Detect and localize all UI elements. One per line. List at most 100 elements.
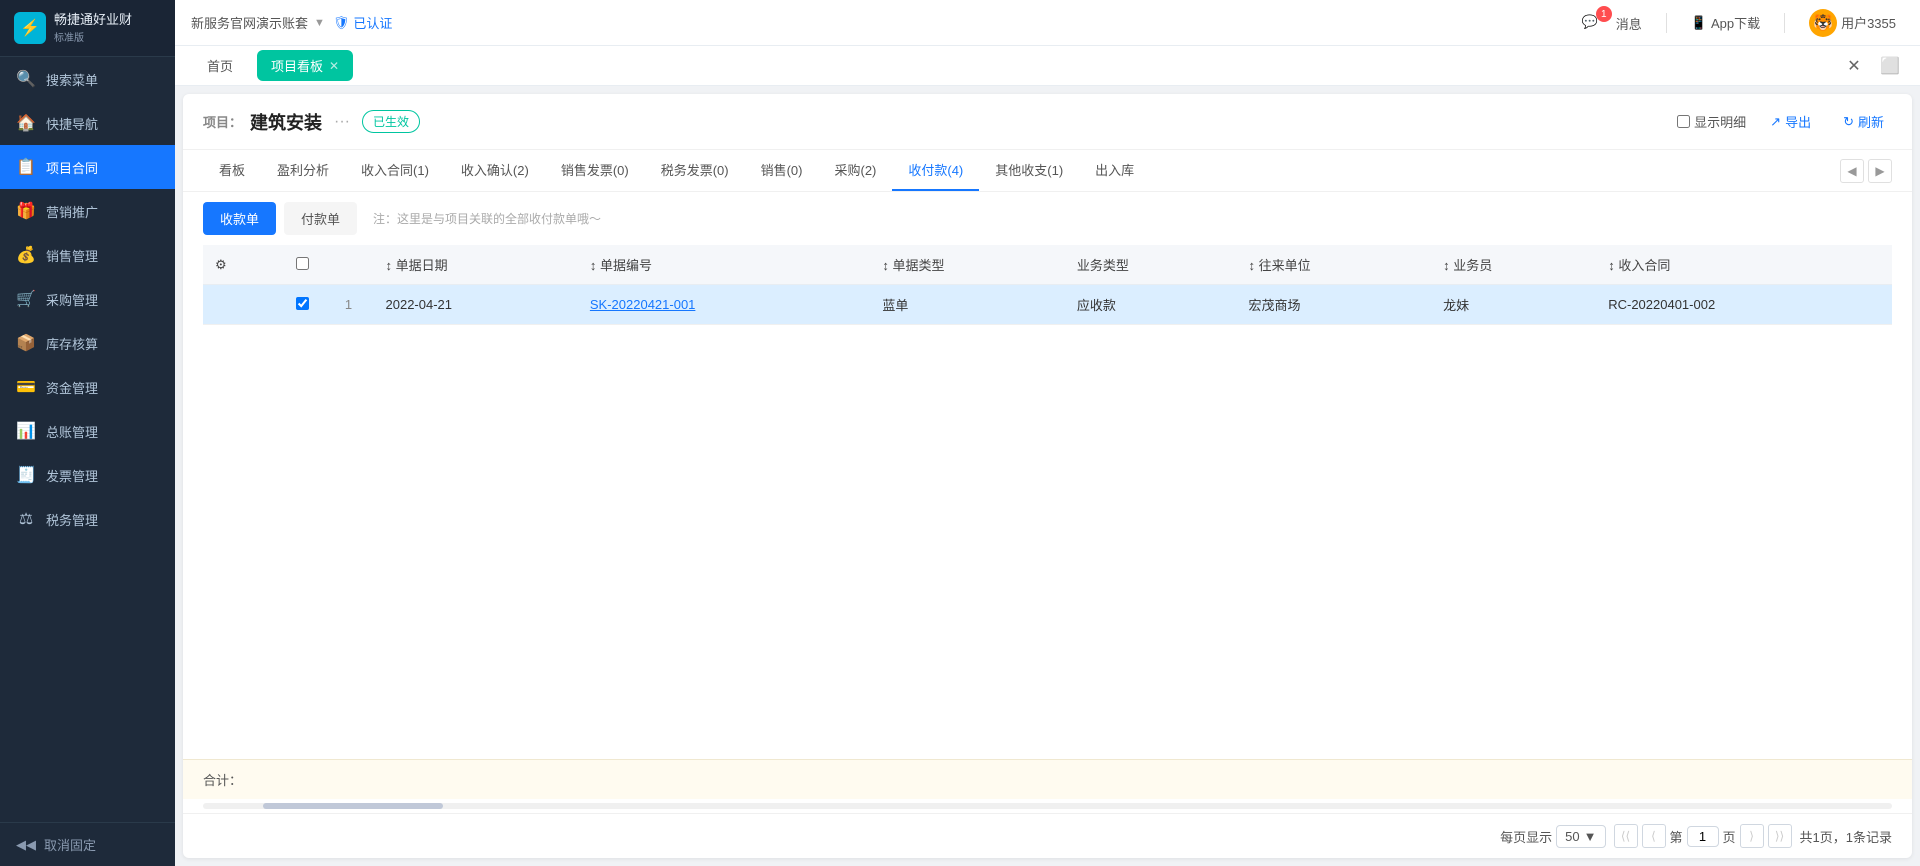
row-code-0[interactable]: SK-20220421-001: [578, 285, 871, 325]
verified-badge: 🛡 已认证: [333, 13, 393, 32]
app-logo-text: 畅捷通好业财 标准版: [54, 12, 132, 44]
settings-icon[interactable]: ⚙: [215, 257, 227, 272]
prev-page-button[interactable]: ⟨: [1642, 824, 1666, 848]
data-table: ⚙ ↕ 单据日期 ↕ 单据编号 ↕ 单据类型 业务类型 ↕ 往来单位 ↕ 业务员…: [203, 245, 1892, 325]
app-logo-icon: ⚡: [14, 12, 46, 44]
sidebar-icon-4: 💰: [16, 245, 36, 265]
cancel-fixed-button[interactable]: ◀◀ 取消固定: [0, 822, 175, 866]
th-salesperson[interactable]: ↕ 业务员: [1431, 245, 1596, 285]
nav-next-button[interactable]: ▶: [1868, 159, 1892, 183]
sidebar-item-9[interactable]: 🧾 发票管理: [0, 453, 175, 497]
sub-tab-receipt-label: 收款单: [220, 212, 259, 227]
first-page-button[interactable]: ⟨⟨: [1614, 824, 1638, 848]
sidebar-icon-2: 📋: [16, 157, 36, 177]
next-page-button[interactable]: ⟩: [1740, 824, 1764, 848]
nav-tab-6[interactable]: 销售(0): [745, 150, 819, 191]
row-settings-0[interactable]: [203, 285, 284, 325]
nav-tab-7[interactable]: 采购(2): [818, 150, 892, 191]
tab-home[interactable]: 首页: [191, 48, 249, 83]
sidebar-logo: ⚡ 畅捷通好业财 标准版: [0, 0, 175, 57]
header-left: 新服务官网演示账套 ▼ 🛡 已认证: [191, 13, 1574, 32]
sidebar-item-6[interactable]: 📦库存核算: [0, 321, 175, 365]
scrollbar-thumb[interactable]: [263, 803, 443, 809]
th-biz-type-label: 业务类型: [1077, 258, 1129, 273]
row-checkbox-0[interactable]: [284, 285, 324, 325]
sidebar-item-10[interactable]: ⚖税务管理: [0, 497, 175, 541]
th-partner[interactable]: ↕ 往来单位: [1237, 245, 1432, 285]
sidebar-item-7[interactable]: 💳资金管理: [0, 365, 175, 409]
nav-tabs: 看板 盈利分析收入合同(1)收入确认(2) 销售发票(0) 税务发票(0)销售(0)采…: [183, 150, 1912, 192]
nav-tab-label-8: 收付款(4): [908, 163, 963, 178]
row-select-0[interactable]: [296, 297, 309, 310]
nav-tab-5[interactable]: 税务发票(0): [645, 150, 745, 191]
maximize-button[interactable]: ⬜: [1876, 52, 1904, 80]
tab-project-board-label: 项目看板: [271, 56, 323, 75]
show-detail-checkbox[interactable]: 显示明细: [1677, 112, 1746, 131]
more-options-button[interactable]: ···: [334, 113, 350, 131]
nav-tab-label-4: 销售发票(0): [561, 163, 629, 178]
page-number-input[interactable]: [1687, 826, 1719, 847]
th-contract[interactable]: ↕ 收入合同: [1596, 245, 1892, 285]
th-contract-label: 收入合同: [1618, 258, 1670, 273]
select-all-checkbox[interactable]: [296, 257, 309, 270]
project-title: 项目： 建筑安装: [203, 109, 322, 135]
nav-prev-button[interactable]: ◀: [1840, 159, 1864, 183]
show-detail-input[interactable]: [1677, 115, 1690, 128]
tab-bar: 首页 项目看板 ✕ ✕ ⬜: [175, 46, 1920, 86]
sidebar-icon-6: 📦: [16, 333, 36, 353]
export-button[interactable]: ↗ 导出: [1762, 108, 1819, 135]
sidebar-item-4[interactable]: 💰销售管理: [0, 233, 175, 277]
verified-text: 已认证: [353, 13, 392, 32]
nav-tab-4[interactable]: 销售发票(0): [545, 150, 645, 191]
table-row[interactable]: 1 2022-04-21 SK-20220421-001 蓝单 应收款 宏茂商场…: [203, 285, 1892, 325]
shield-icon: 🛡: [333, 15, 350, 31]
sidebar: ⚡ 畅捷通好业财 标准版 🔍搜索菜单🏠快捷导航📋项目合同🎁营销推广💰销售管理🛒采…: [0, 0, 175, 866]
sidebar-item-5[interactable]: 🛒采购管理: [0, 277, 175, 321]
row-code-link-0[interactable]: SK-20220421-001: [590, 297, 696, 312]
th-date[interactable]: ↕ 单据日期: [374, 245, 578, 285]
nav-tab-8[interactable]: 收付款(4): [892, 150, 979, 191]
tab-home-label: 首页: [207, 56, 233, 75]
sidebar-icon-9: 🧾: [16, 465, 36, 485]
th-settings[interactable]: ⚙: [203, 245, 284, 285]
nav-tab-2[interactable]: 收入合同(1): [345, 150, 445, 191]
th-type[interactable]: ↕ 单据类型: [870, 245, 1065, 285]
sidebar-label-3: 营销推广: [46, 202, 98, 221]
app-download-button[interactable]: 📱 App下载: [1683, 9, 1768, 36]
nav-tab-1[interactable]: 盈利分析: [261, 150, 345, 191]
close-tab-button[interactable]: ✕: [1840, 52, 1868, 80]
app-version: 标准版: [54, 29, 132, 44]
sidebar-item-2[interactable]: 📋项目合同: [0, 145, 175, 189]
sidebar-item-1[interactable]: 🏠快捷导航: [0, 101, 175, 145]
page-label: 第: [1670, 827, 1683, 846]
nav-tab-3[interactable]: 收入确认(2): [445, 150, 545, 191]
demo-account-selector[interactable]: 新服务官网演示账套 ▼: [191, 13, 325, 32]
sidebar-item-8[interactable]: 📊总账管理: [0, 409, 175, 453]
row-salesperson-0: 龙妹: [1431, 285, 1596, 325]
total-label: 合计：: [203, 773, 242, 788]
sub-tab-payment[interactable]: 付款单: [284, 202, 357, 235]
sidebar-label-9: 发票管理: [46, 466, 98, 485]
nav-tab-0[interactable]: 看板: [203, 150, 261, 191]
last-page-button[interactable]: ⟩⟩: [1768, 824, 1792, 848]
horizontal-scrollbar[interactable]: [183, 799, 1912, 813]
pagination: 每页显示 50 ▼ ⟨⟨ ⟨ 第 页 ⟩ ⟩⟩ 共1页，1条记录: [183, 813, 1912, 858]
nav-tab-10[interactable]: 出入库: [1079, 150, 1150, 191]
project-header: 项目： 建筑安装 ··· 已生效 显示明细 ↗ 导出 ↻ 刷新: [183, 94, 1912, 150]
nav-tab-9[interactable]: 其他收支(1): [979, 150, 1079, 191]
sub-tab-receipt[interactable]: 收款单: [203, 202, 276, 235]
refresh-button[interactable]: ↻ 刷新: [1835, 108, 1892, 135]
sub-tab-payment-label: 付款单: [301, 212, 340, 227]
messages-button[interactable]: 💬 1 消息: [1574, 8, 1650, 37]
th-code[interactable]: ↕ 单据编号: [578, 245, 871, 285]
user-menu[interactable]: 🐯 用户3355: [1801, 5, 1904, 41]
refresh-label: 刷新: [1858, 112, 1884, 131]
user-label: 用户3355: [1841, 13, 1896, 32]
sidebar-item-3[interactable]: 🎁营销推广: [0, 189, 175, 233]
tab-project-board[interactable]: 项目看板 ✕: [257, 50, 353, 81]
close-icon[interactable]: ✕: [329, 59, 339, 73]
sidebar-item-0[interactable]: 🔍搜索菜单: [0, 57, 175, 101]
scrollbar-track[interactable]: [203, 803, 1892, 809]
nav-tab-label-0: 看板: [219, 163, 245, 178]
per-page-select[interactable]: 50 ▼: [1556, 825, 1605, 848]
